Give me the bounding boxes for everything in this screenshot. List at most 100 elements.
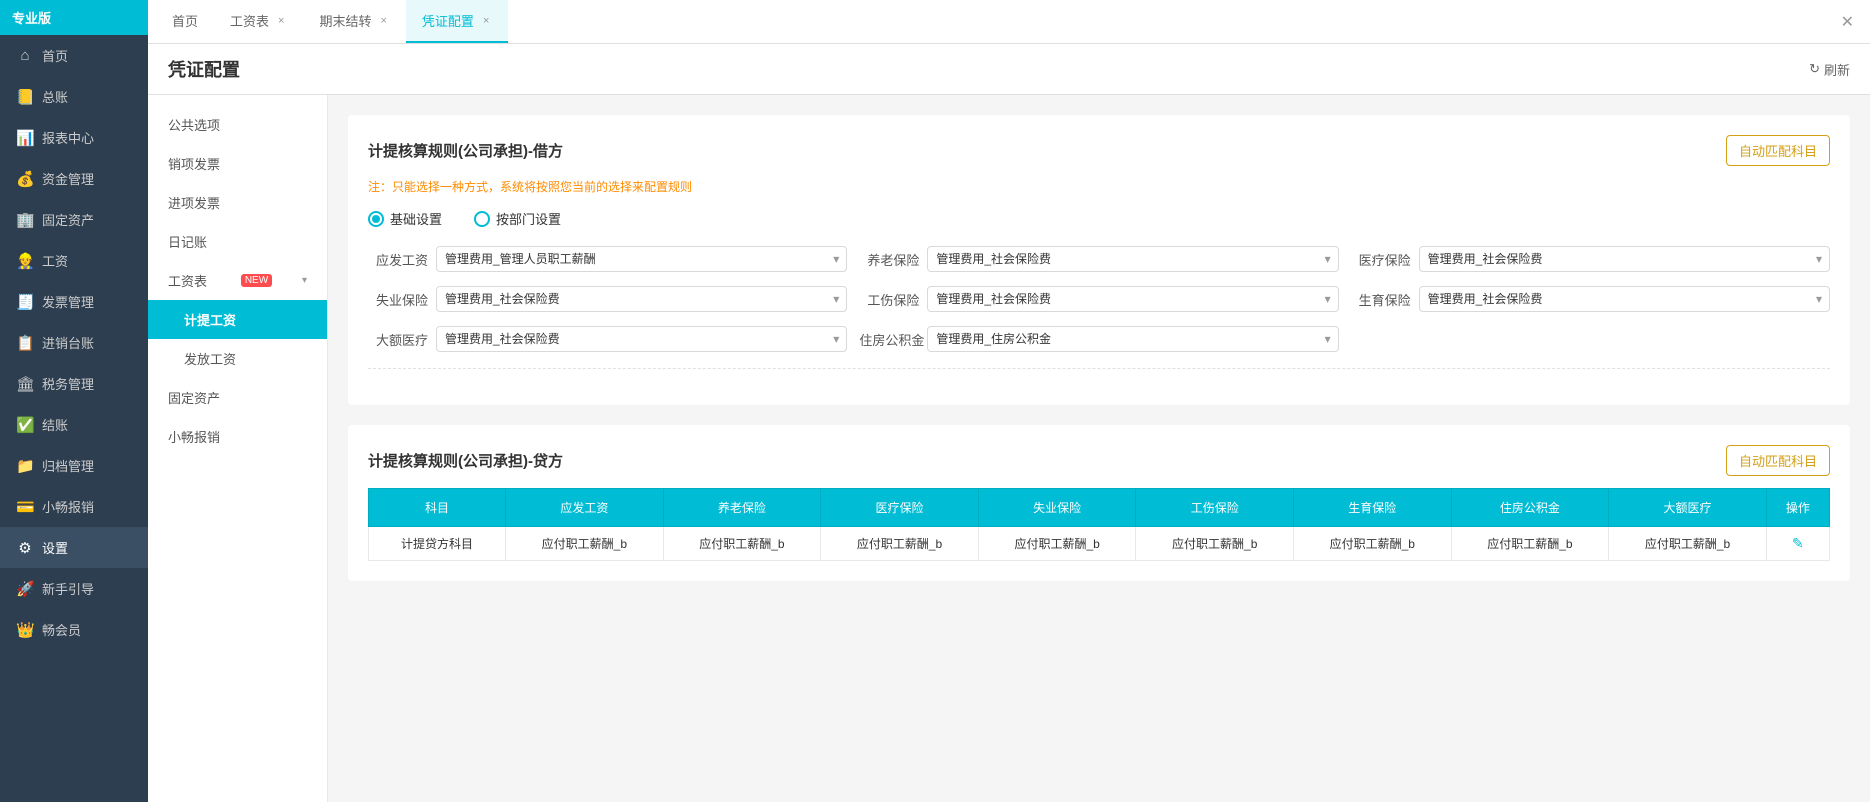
housing-fund-label: 住房公积金 [859,330,919,349]
sidebar-item-label: 资金管理 [42,169,94,188]
radio-basic-label: 基础设置 [390,209,442,228]
unemployment-select[interactable]: 管理费用_社会保险费 [436,286,847,312]
medical-select-wrapper: 管理费用_社会保险费 [1419,246,1830,272]
debit-auto-match-button[interactable]: 自动匹配科目 [1726,135,1830,166]
sidebar-item-report-center[interactable]: 📊 报表中心 [0,117,148,158]
app-name: 专业版 [0,0,148,35]
th-injury: 工伤保险 [1136,489,1294,527]
tab-payroll-table-close[interactable]: × [275,14,287,28]
sidebar-item-new-guide[interactable]: 🚀 新手引导 [0,568,148,609]
page-header: 凭证配置 ↻ 刷新 [148,44,1870,95]
tax-icon: 🏛 [16,375,34,393]
sidebar-item-settings[interactable]: ⚙ 设置 [0,527,148,568]
form-field-maternity: 生育保险 管理费用_社会保险费 [1351,286,1830,312]
form-row-1: 应发工资 管理费用_管理人员职工薪酬 养老保险 管理费用_社会保险费 [368,246,1830,272]
maternity-select-wrapper: 管理费用_社会保险费 [1419,286,1830,312]
unemployment-label: 失业保险 [368,290,428,309]
edit-icon[interactable]: ✎ [1792,535,1804,551]
tab-period-closing[interactable]: 期末结转 × [303,0,405,43]
sidebar-item-home[interactable]: ⌂ 首页 [0,35,148,76]
radio-department-label: 按部门设置 [496,209,561,228]
ledger-icon: 📒 [16,88,34,106]
sidebar-item-general-ledger[interactable]: 📒 总账 [0,76,148,117]
credit-table: 科目 应发工资 养老保险 医疗保险 失业保险 工伤保险 生育保险 住房公积金 大… [368,488,1830,561]
left-nav-petty-expense[interactable]: 小畅报销 [148,417,327,456]
left-nav-fixed-assets[interactable]: 固定资产 [148,378,327,417]
left-nav-public-options[interactable]: 公共选项 [148,105,327,144]
new-badge: NEW [241,274,272,287]
maternity-select[interactable]: 管理费用_社会保险费 [1419,286,1830,312]
td-large-medical: 应付职工薪酬_b [1609,527,1767,561]
sidebar-item-tax-management[interactable]: 🏛 税务管理 [0,363,148,404]
main-area: 首页 工资表 × 期末结转 × 凭证配置 × ✕ 凭证配置 ↻ 刷新 公共选项 [148,0,1870,802]
pension-select[interactable]: 管理费用_社会保险费 [927,246,1338,272]
tab-home[interactable]: 首页 [156,0,214,43]
debit-section-title: 计提核算规则(公司承担)-借方 [368,140,563,161]
left-nav-label: 固定资产 [168,388,220,407]
sidebar-item-member[interactable]: 👑 畅会员 [0,609,148,650]
left-nav-label: 销项发票 [168,154,220,173]
th-pension: 养老保险 [663,489,821,527]
tab-voucher-config[interactable]: 凭证配置 × [406,0,508,43]
large-medical-select-wrapper: 管理费用_社会保险费 [436,326,847,352]
home-icon: ⌂ [16,47,34,64]
tab-payroll-table[interactable]: 工资表 × [214,0,303,43]
archive-icon: 📁 [16,457,34,475]
closing-icon: ✅ [16,416,34,434]
left-nav-calc-payroll[interactable]: 计提工资 [148,300,327,339]
sidebar-item-payroll[interactable]: 👷 工资 [0,240,148,281]
form-row-3: 大额医疗 管理费用_社会保险费 住房公积金 管理费用_住房公积金 [368,326,1830,352]
housing-fund-select[interactable]: 管理费用_住房公积金 [927,326,1338,352]
sidebar-item-invoice-management[interactable]: 🧾 发票管理 [0,281,148,322]
radio-department[interactable]: 按部门设置 [474,209,561,228]
credit-auto-match-button[interactable]: 自动匹配科目 [1726,445,1830,476]
th-subject: 科目 [369,489,506,527]
th-medical: 医疗保险 [821,489,979,527]
salary-select[interactable]: 管理费用_管理人员职工薪酬 [436,246,847,272]
tab-voucher-config-close[interactable]: × [480,14,492,28]
sidebar-item-label: 发票管理 [42,292,94,311]
credit-section-header: 计提核算规则(公司承担)-贷方 自动匹配科目 [368,445,1830,476]
sidebar-item-xiao-chang-expense[interactable]: 💳 小畅报销 [0,486,148,527]
left-nav-sales-invoice[interactable]: 销项发票 [148,144,327,183]
chevron-down-icon: ▾ [302,275,307,286]
injury-label: 工伤保险 [859,290,919,309]
pension-label: 养老保险 [859,250,919,269]
left-nav-label: 公共选项 [168,115,220,134]
medical-select[interactable]: 管理费用_社会保险费 [1419,246,1830,272]
sidebar-item-label: 新手引导 [42,579,94,598]
sidebar-item-label: 税务管理 [42,374,94,393]
left-nav-label: 工资表 [168,271,207,290]
left-nav-journal[interactable]: 日记账 [148,222,327,261]
left-nav-payroll-table[interactable]: 工资表 NEW ▾ [148,261,327,300]
sidebar-item-label: 工资 [42,251,68,270]
td-pension: 应付职工薪酬_b [663,527,821,561]
sidebar-item-archive-management[interactable]: 📁 归档管理 [0,445,148,486]
housing-fund-select-wrapper: 管理费用_住房公积金 [927,326,1338,352]
sidebar-item-label: 小畅报销 [42,497,94,516]
expense-icon: 💳 [16,498,34,516]
th-action: 操作 [1766,489,1829,527]
th-housing-fund: 住房公积金 [1451,489,1609,527]
sidebar-item-purchase-sales[interactable]: 📋 进销台账 [0,322,148,363]
sidebar-item-closing[interactable]: ✅ 结账 [0,404,148,445]
radio-basic[interactable]: 基础设置 [368,209,442,228]
form-field-salary: 应发工资 管理费用_管理人员职工薪酬 [368,246,847,272]
refresh-button[interactable]: ↻ 刷新 [1809,60,1850,79]
tab-period-closing-close[interactable]: × [377,14,389,28]
sidebar-item-fund-management[interactable]: 💰 资金管理 [0,158,148,199]
left-nav-purchase-invoice[interactable]: 进项发票 [148,183,327,222]
refresh-label: 刷新 [1824,60,1850,79]
maternity-label: 生育保险 [1351,290,1411,309]
close-main-icon[interactable]: ✕ [1833,8,1862,36]
large-medical-label: 大额医疗 [368,330,428,349]
purchase-icon: 📋 [16,334,34,352]
injury-select[interactable]: 管理费用_社会保险费 [927,286,1338,312]
th-large-medical: 大额医疗 [1609,489,1767,527]
invoice-icon: 🧾 [16,293,34,311]
sidebar-item-fixed-assets[interactable]: 🏢 固定资产 [0,199,148,240]
sidebar-item-label: 结账 [42,415,68,434]
large-medical-select[interactable]: 管理费用_社会保险费 [436,326,847,352]
left-nav-pay-payroll[interactable]: 发放工资 [148,339,327,378]
td-action[interactable]: ✎ [1766,527,1829,561]
